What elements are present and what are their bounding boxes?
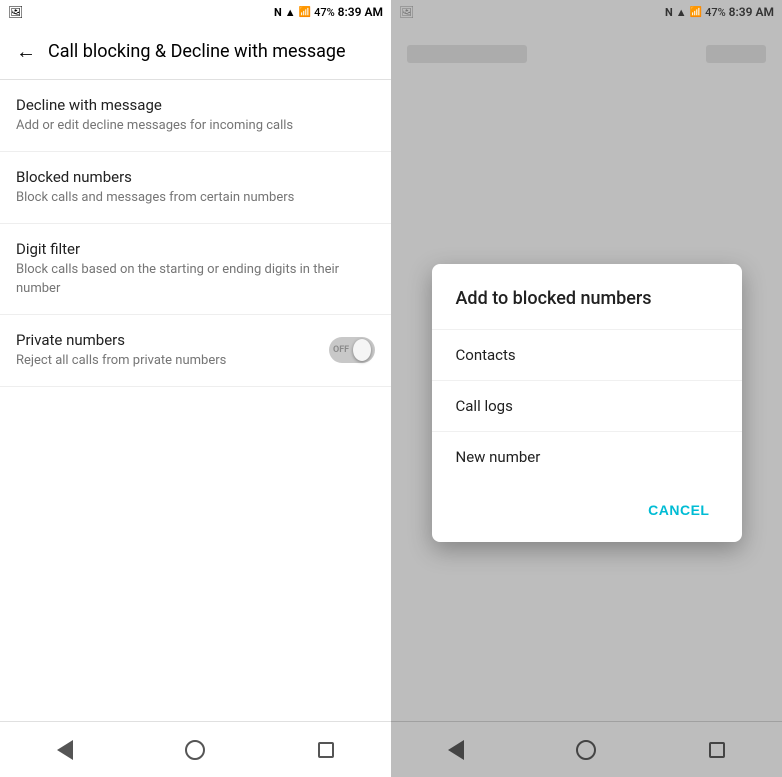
n-icon-right: N — [665, 6, 673, 19]
page-title: Call blocking & Decline with message — [48, 41, 346, 62]
settings-item-blocked-text: Blocked numbers Block calls and messages… — [16, 168, 375, 207]
right-blurred-area — [391, 24, 782, 84]
dialog-item-new-number[interactable]: New number — [432, 431, 742, 482]
status-bar-right-left-icons: 🖼 — [399, 5, 414, 19]
wifi-icon-right: ▲ — [676, 6, 687, 19]
toggle-knob — [353, 339, 371, 361]
settings-item-digit-title: Digit filter — [16, 240, 375, 258]
dialog-title: Add to blocked numbers — [432, 288, 742, 329]
blurred-bar-2 — [706, 45, 766, 63]
toggle-label: OFF — [333, 345, 349, 355]
dialog-item-contacts-label: Contacts — [456, 346, 516, 364]
image-icon-right: 🖼 — [399, 5, 414, 19]
settings-item-private-title: Private numbers — [16, 331, 329, 349]
right-panel: 🖼 N ▲ 📶 47% 8:39 AM Add to blocked numbe… — [391, 0, 782, 777]
settings-item-blocked-title: Blocked numbers — [16, 168, 375, 186]
dialog-item-call-logs-label: Call logs — [456, 397, 513, 415]
nav-home-button-right[interactable] — [566, 730, 606, 770]
status-time-right: 8:39 AM — [729, 5, 774, 19]
nav-recent-button-right[interactable] — [697, 730, 737, 770]
dialog: Add to blocked numbers Contacts Call log… — [432, 264, 742, 542]
settings-item-blocked[interactable]: Blocked numbers Block calls and messages… — [0, 152, 391, 224]
dialog-actions: CANCEL — [432, 486, 742, 534]
status-time: 8:39 AM — [338, 5, 383, 19]
nav-home-button[interactable] — [175, 730, 215, 770]
settings-item-decline-subtitle: Add or edit decline messages for incomin… — [16, 117, 375, 135]
dialog-item-new-number-label: New number — [456, 448, 541, 466]
nav-home-icon — [185, 740, 205, 760]
status-bar-left-icons: 🖼 — [8, 5, 23, 19]
left-panel: 🖼 N ▲ 📶 47% 8:39 AM ← Call blocking & De… — [0, 0, 391, 777]
cancel-button[interactable]: CANCEL — [632, 494, 725, 526]
settings-item-decline-text: Decline with message Add or edit decline… — [16, 96, 375, 135]
settings-item-private-text: Private numbers Reject all calls from pr… — [16, 331, 329, 370]
dialog-overlay: Add to blocked numbers Contacts Call log… — [391, 84, 782, 721]
nav-bar-right — [391, 721, 782, 777]
signal-icon: 📶 — [299, 7, 311, 18]
settings-item-private-subtitle: Reject all calls from private numbers — [16, 352, 329, 370]
status-bar-right-right-icons: N ▲ 📶 47% 8:39 AM — [665, 5, 774, 19]
settings-item-blocked-subtitle: Block calls and messages from certain nu… — [16, 189, 375, 207]
settings-item-digit-subtitle: Block calls based on the starting or end… — [16, 261, 375, 297]
settings-item-digit-text: Digit filter Block calls based on the st… — [16, 240, 375, 297]
signal-icon-right: 📶 — [690, 7, 702, 18]
nav-home-icon-right — [576, 740, 596, 760]
right-panel-content: Add to blocked numbers Contacts Call log… — [391, 84, 782, 777]
private-numbers-toggle[interactable]: OFF — [329, 337, 375, 363]
status-bar-right-icons: N ▲ 📶 47% 8:39 AM — [274, 5, 383, 19]
status-bar-left: 🖼 N ▲ 📶 47% 8:39 AM — [0, 0, 391, 24]
top-bar: ← Call blocking & Decline with message — [0, 24, 391, 80]
settings-list: Decline with message Add or edit decline… — [0, 80, 391, 721]
nav-recent-icon — [318, 742, 334, 758]
nav-back-icon-right — [448, 740, 464, 760]
nav-bar-left — [0, 721, 391, 777]
battery-percent: 47% — [314, 6, 335, 19]
nav-back-button-right[interactable] — [436, 730, 476, 770]
toggle-container: OFF — [329, 337, 375, 363]
settings-item-decline[interactable]: Decline with message Add or edit decline… — [0, 80, 391, 152]
status-bar-right: 🖼 N ▲ 📶 47% 8:39 AM — [391, 0, 782, 24]
wifi-icon: ▲ — [285, 6, 296, 19]
settings-item-digit[interactable]: Digit filter Block calls based on the st… — [0, 224, 391, 314]
nav-back-button[interactable] — [45, 730, 85, 770]
image-icon: 🖼 — [8, 5, 23, 19]
back-button[interactable]: ← — [16, 39, 36, 64]
settings-item-decline-title: Decline with message — [16, 96, 375, 114]
nav-back-icon — [57, 740, 73, 760]
n-icon: N — [274, 6, 282, 19]
nav-recent-icon-right — [709, 742, 725, 758]
dialog-item-contacts[interactable]: Contacts — [432, 329, 742, 380]
blurred-bar-1 — [407, 45, 527, 63]
settings-item-private[interactable]: Private numbers Reject all calls from pr… — [0, 315, 391, 387]
dialog-item-call-logs[interactable]: Call logs — [432, 380, 742, 431]
nav-recent-button[interactable] — [306, 730, 346, 770]
battery-percent-right: 47% — [705, 6, 726, 19]
